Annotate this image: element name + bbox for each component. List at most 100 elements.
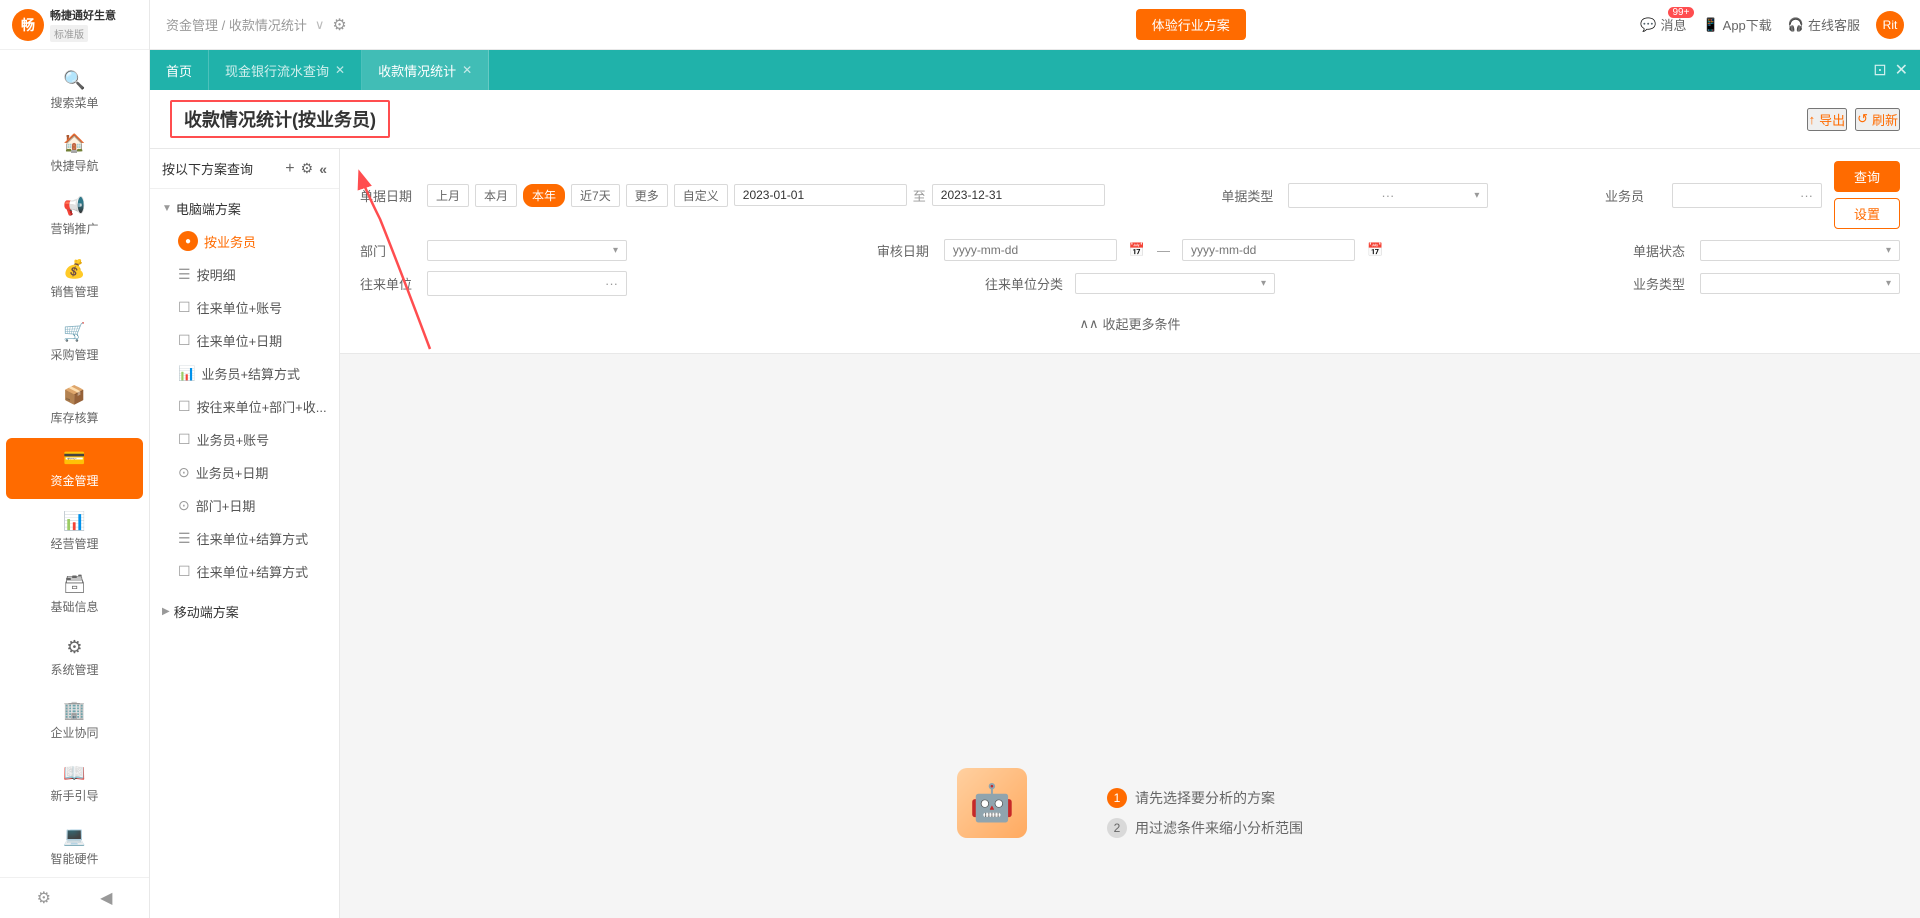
scheme-item-salesman-date-label: 业务员+日期 xyxy=(196,463,269,482)
nav-label-basic: 基础信息 xyxy=(50,598,98,615)
query-button[interactable]: 查询 xyxy=(1834,161,1900,192)
content-area: 收款情况统计(按业务员) ↑ 导出 ↺ 刷新 按以下方案查询 xyxy=(150,90,1920,918)
doc-status-select[interactable]: ▾ xyxy=(1700,240,1900,261)
tab-home[interactable]: 首页 xyxy=(150,50,209,90)
filter-date-group: 上月 本月 本年 近7天 更多 自定义 至 xyxy=(427,184,1105,207)
tab-bank-flow[interactable]: 现金银行流水查询 ✕ xyxy=(209,50,362,90)
scheme-item-by-salesman[interactable]: ● 按业务员 xyxy=(150,224,339,258)
scheme-item-partner-account[interactable]: ☐ 往来单位+账号 xyxy=(150,291,339,324)
date-btn-7days[interactable]: 近7天 xyxy=(571,184,620,207)
left-panel-icons: + ⚙ « xyxy=(285,160,327,178)
scheme-item-salesman-account[interactable]: ☐ 业务员+账号 xyxy=(150,423,339,456)
scheme-item-salesman-date[interactable]: ⊙ 业务员+日期 xyxy=(150,456,339,489)
nav-item-operation[interactable]: 📊 经营管理 xyxy=(6,501,143,562)
step-2-text: 用过滤条件来缩小分析范围 xyxy=(1135,818,1303,838)
nav-item-sales[interactable]: 💰 销售管理 xyxy=(6,249,143,310)
enterprise-icon: 🏢 xyxy=(63,700,85,721)
add-scheme-button[interactable]: + xyxy=(285,160,294,178)
scheme-item-by-detail[interactable]: ☰ 按明细 xyxy=(150,258,339,291)
doc-type-more-icon[interactable]: ··· xyxy=(1381,188,1394,203)
biz-type-select[interactable]: ▾ xyxy=(1700,273,1900,294)
dept-select[interactable]: ▾ xyxy=(427,240,627,261)
date-btn-last-month[interactable]: 上月 xyxy=(427,184,469,207)
left-panel-title: 按以下方案查询 xyxy=(162,159,253,178)
sidebar-settings-button[interactable]: ⚙ xyxy=(37,888,51,908)
collapse-row: ∧∧ 收起更多条件 xyxy=(360,306,1900,341)
tab-maximize-icon[interactable]: ⊡ xyxy=(1873,60,1886,80)
app-download-button[interactable]: 📱 App下载 xyxy=(1702,15,1771,34)
date-btn-custom[interactable]: 自定义 xyxy=(674,184,728,207)
refresh-button[interactable]: ↺ 刷新 xyxy=(1855,108,1900,131)
online-service-button[interactable]: 🎧 在线客服 xyxy=(1788,15,1860,34)
scheme-item-salesman-settlement-label: 业务员+结算方式 xyxy=(201,364,300,383)
filter-actions: 查询 设置 xyxy=(1834,161,1900,229)
calendar-icon-1[interactable]: 📅 xyxy=(1129,242,1145,258)
date-from-input[interactable] xyxy=(734,184,907,206)
nav-item-marketing[interactable]: 📢 营销推广 xyxy=(6,186,143,247)
scheme-item-partner-dept-receipt[interactable]: ☐ 按往来单位+部门+收... xyxy=(150,390,339,423)
panel-collapse-button[interactable]: « xyxy=(319,161,327,177)
mobile-group-arrow-icon: ▶ xyxy=(162,606,170,617)
scheme-group-mobile-header[interactable]: ▶ 移动端方案 xyxy=(150,596,339,627)
collapse-more-button[interactable]: ∧∧ 收起更多条件 xyxy=(1071,306,1188,341)
filter-area: 单据日期 上月 本月 本年 近7天 更多 自定义 至 xyxy=(340,149,1920,354)
doc-status-label: 单据状态 xyxy=(1633,241,1688,260)
audit-to-input[interactable] xyxy=(1182,239,1355,261)
nav-item-purchase[interactable]: 🛒 采购管理 xyxy=(6,312,143,373)
tab-receipt-stats[interactable]: 收款情况统计 ✕ xyxy=(362,50,489,90)
nav-item-enterprise[interactable]: 🏢 企业协同 xyxy=(6,690,143,751)
scheme-item-partner-date[interactable]: ☐ 往来单位+日期 xyxy=(150,324,339,357)
partner-more-icon[interactable]: ··· xyxy=(605,276,618,291)
nav-item-inventory[interactable]: 📦 库存核算 xyxy=(6,375,143,436)
sidebar-collapse-button[interactable]: ◀ xyxy=(100,888,112,908)
purchase-icon: 🛒 xyxy=(63,322,85,343)
audit-from-input[interactable] xyxy=(944,239,1117,261)
date-btn-more[interactable]: 更多 xyxy=(626,184,668,207)
user-avatar[interactable]: Rit xyxy=(1876,11,1904,39)
scheme-item-salesman-settlement[interactable]: 📊 业务员+结算方式 xyxy=(150,357,339,390)
partner-settlement1-icon: ☰ xyxy=(178,530,191,547)
marketing-icon: 📢 xyxy=(63,196,85,217)
scheme-group-pc-header[interactable]: ▼ 电脑端方案 xyxy=(150,193,339,224)
topbar-gear-icon[interactable]: ⚙ xyxy=(332,15,346,35)
date-to-input[interactable] xyxy=(932,184,1105,206)
filter-settings-button[interactable]: 设置 xyxy=(1834,198,1900,229)
salesman-more-icon[interactable]: ··· xyxy=(1800,188,1813,203)
salesman-select[interactable]: ··· xyxy=(1672,183,1822,208)
topbar-right: 💬 消息 99+ 📱 App下载 🎧 在线客服 Rit xyxy=(1640,11,1904,39)
nav-label-finance: 资金管理 xyxy=(50,472,98,489)
tab-home-label: 首页 xyxy=(166,61,192,80)
scheme-settings-icon[interactable]: ⚙ xyxy=(301,160,314,177)
scheme-group-mobile: ▶ 移动端方案 xyxy=(150,592,339,631)
nav-item-guide[interactable]: 📖 新手引导 xyxy=(6,753,143,814)
left-panel-header: 按以下方案查询 + ⚙ « xyxy=(150,149,339,189)
tab-bank-flow-close-icon[interactable]: ✕ xyxy=(335,63,345,77)
calendar-icon-2[interactable]: 📅 xyxy=(1367,242,1383,258)
page-actions: ↑ 导出 ↺ 刷新 xyxy=(1807,108,1900,131)
scheme-item-partner-settlement2[interactable]: ☐ 往来单位+结算方式 xyxy=(150,555,339,588)
nav-label-search-menu: 搜索菜单 xyxy=(50,94,98,111)
trial-button[interactable]: 体验行业方案 xyxy=(1136,9,1246,40)
nav-item-search-menu[interactable]: 🔍 搜索菜单 xyxy=(6,60,143,121)
scheme-item-by-detail-label: 按明细 xyxy=(197,265,236,284)
partner-type-select[interactable]: ▾ xyxy=(1075,273,1275,294)
nav-item-finance[interactable]: 💳 资金管理 xyxy=(6,438,143,499)
partner-input[interactable]: ··· xyxy=(427,271,627,296)
date-btn-this-year[interactable]: 本年 xyxy=(523,184,565,207)
tab-receipt-stats-close-icon[interactable]: ✕ xyxy=(462,63,472,77)
export-button[interactable]: ↑ 导出 xyxy=(1807,108,1848,131)
doc-type-select[interactable]: ··· ▾ xyxy=(1288,183,1488,208)
nav-item-basic[interactable]: 🗃 基础信息 xyxy=(6,564,143,625)
tabbar-right: ⊡ ✕ xyxy=(1873,60,1920,80)
scheme-item-partner-settlement1[interactable]: ☰ 往来单位+结算方式 xyxy=(150,522,339,555)
tab-window-icon[interactable]: ✕ xyxy=(1895,60,1908,80)
active-salesman-dot: ● xyxy=(178,231,198,251)
date-btn-this-month[interactable]: 本月 xyxy=(475,184,517,207)
scheme-item-dept-date[interactable]: ⊙ 部门+日期 xyxy=(150,489,339,522)
nav-item-quick-nav[interactable]: 🏠 快捷导航 xyxy=(6,123,143,184)
nav-item-system[interactable]: ⚙ 系统管理 xyxy=(6,627,143,688)
nav-item-hardware[interactable]: 💻 智能硬件 xyxy=(6,816,143,877)
empty-steps: 1 请先选择要分析的方案 2 用过滤条件来缩小分析范围 xyxy=(1107,788,1303,838)
message-button[interactable]: 💬 消息 99+ xyxy=(1640,15,1686,34)
app-download-icon: 📱 xyxy=(1702,17,1718,33)
